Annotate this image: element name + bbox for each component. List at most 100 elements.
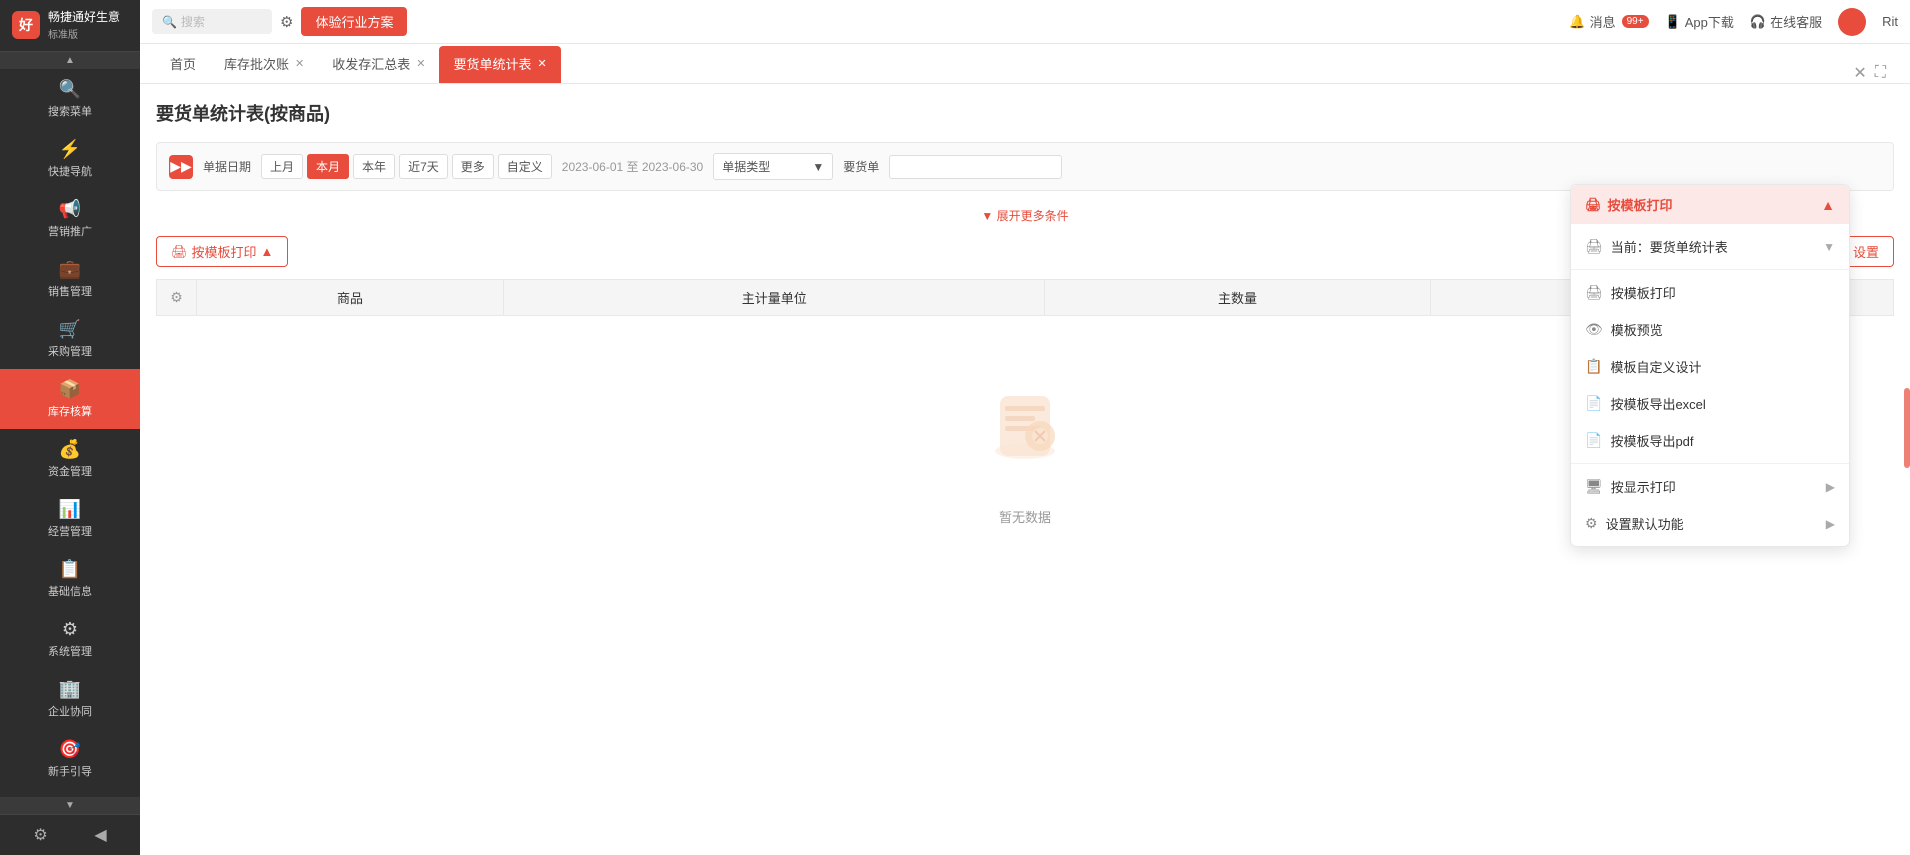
goods-filter-input[interactable] — [889, 155, 1062, 179]
template-preview-label: 模板预览 — [1611, 320, 1663, 339]
sidebar-scroll-up[interactable]: ▲ — [0, 52, 140, 69]
sidebar-item-finance[interactable]: 💰 资金管理 — [0, 429, 140, 489]
sidebar-item-app-center[interactable]: 📱 应用中心 — [0, 789, 140, 797]
col-goods-label: 商品 — [337, 291, 363, 306]
export-excel-label: 按模板导出excel — [1610, 394, 1705, 413]
sidebar-item-sales[interactable]: 💼 销售管理 — [0, 249, 140, 309]
sidebar-item-system[interactable]: ⚙ 系统管理 — [0, 609, 140, 669]
bill-type-select[interactable]: 单据类型 ▼ — [713, 153, 833, 180]
dropdown-current-section: 🖨 当前：要货单统计表 ▼ — [1571, 224, 1849, 270]
tab-expand-icon[interactable]: ⛶ — [1875, 64, 1886, 82]
operations-icon: 📊 — [59, 499, 81, 520]
set-default-icon: ⚙ — [1585, 515, 1598, 532]
main-area: 🔍 搜索 ⚙ 体验行业方案 🔔 消息 99+ 📱 App下载 🎧 在线客服 Ri… — [140, 0, 1910, 855]
col-quantity-label: 主数量 — [1218, 291, 1257, 306]
export-excel-icon: 📄 — [1585, 395, 1602, 412]
messages-item[interactable]: 🔔 消息 99+ — [1569, 12, 1648, 31]
phone-icon: 📱 — [1665, 14, 1681, 30]
empty-illustration — [975, 376, 1075, 495]
app-download-label: App下载 — [1685, 12, 1734, 31]
avatar[interactable] — [1838, 8, 1866, 36]
dropdown-item-set-default[interactable]: ⚙ 设置默认功能 ▶ — [1571, 505, 1849, 542]
tab-home[interactable]: 首页 — [156, 46, 210, 83]
sidebar-item-newbie[interactable]: 🎯 新手引导 — [0, 729, 140, 789]
sidebar-settings-icon[interactable]: ⚙ — [33, 825, 47, 845]
tab-receive-summary[interactable]: 收发存汇总表 ✕ — [318, 46, 439, 83]
sidebar-item-system-label: 系统管理 — [48, 643, 92, 659]
display-print-arrow: ▶ — [1826, 480, 1835, 494]
col-goods: 商品 — [197, 280, 504, 316]
page-title: 要货单统计表(按商品) — [156, 100, 1894, 126]
quick-nav-icon: ⚡ — [59, 139, 81, 160]
col-unit-label: 主计量单位 — [742, 291, 807, 306]
search-icon: 🔍 — [59, 79, 81, 100]
dropdown-current-arrow: ▼ — [1823, 240, 1835, 254]
sidebar-item-marketing[interactable]: 📢 营销推广 — [0, 189, 140, 249]
sidebar-item-finance-label: 资金管理 — [48, 463, 92, 479]
dropdown-item-template-preview[interactable]: 👁 模板预览 — [1571, 311, 1849, 348]
date-btn-more[interactable]: 更多 — [452, 154, 494, 179]
dropdown-actions-section: 🖨 按模板打印 👁 模板预览 📋 模板自定义设计 📄 按模板导出excel 📄 — [1571, 270, 1849, 464]
sidebar-scroll-down[interactable]: ▼ — [0, 797, 140, 814]
expand-more-label: 展开更多条件 — [997, 209, 1069, 223]
receive-summary-tab-close[interactable]: ✕ — [416, 57, 425, 70]
date-filter-group: 上月 本月 本年 近7天 更多 自定义 — [261, 154, 552, 179]
app-download-item[interactable]: 📱 App下载 — [1665, 12, 1734, 31]
table-settings-icon[interactable]: ⚙ — [170, 289, 183, 305]
dropdown-item-export-excel[interactable]: 📄 按模板导出excel — [1571, 385, 1849, 422]
dropdown-item-export-pdf[interactable]: 📄 按模板导出pdf — [1571, 422, 1849, 459]
receive-summary-tab-label: 收发存汇总表 — [332, 54, 410, 73]
sidebar-item-operations[interactable]: 📊 经营管理 — [0, 489, 140, 549]
date-btn-last-7-days[interactable]: 近7天 — [399, 154, 448, 179]
print-template-button[interactable]: 🖨 按模板打印 ▲ — [156, 236, 288, 267]
sidebar-item-quick-nav-label: 快捷导航 — [48, 163, 92, 179]
online-service-item[interactable]: 🎧 在线客服 — [1750, 12, 1822, 31]
order-stats-tab-close[interactable]: ✕ — [538, 57, 547, 70]
sidebar-item-quick-nav[interactable]: ⚡ 快捷导航 — [0, 129, 140, 189]
dropdown-item-display-print[interactable]: 🖥 按显示打印 ▶ — [1571, 468, 1849, 505]
gear-icon[interactable]: ⚙ — [280, 13, 293, 31]
sidebar-item-purchase[interactable]: 🛒 采购管理 — [0, 309, 140, 369]
sidebar-toggle-icon[interactable]: ◀ — [94, 825, 106, 845]
tab-inventory-batch[interactable]: 库存批次账 ✕ — [210, 46, 318, 83]
sidebar-item-search-label: 搜索菜单 — [48, 103, 92, 119]
date-btn-custom[interactable]: 自定义 — [498, 154, 552, 179]
col-settings[interactable]: ⚙ — [157, 280, 197, 316]
date-btn-this-year[interactable]: 本年 — [353, 154, 395, 179]
filter-expand-toggle[interactable]: ▶▶ — [169, 155, 193, 179]
sidebar-item-purchase-label: 采购管理 — [48, 343, 92, 359]
printer-header-icon: 🖨 — [1585, 197, 1602, 213]
tab-order-stats[interactable]: 要货单统计表 ✕ — [439, 46, 560, 83]
printer-current-icon: 🖨 — [1585, 238, 1603, 255]
date-btn-this-month[interactable]: 本月 — [307, 154, 349, 179]
sidebar-nav: 🔍 搜索菜单 ⚡ 快捷导航 📢 营销推广 💼 销售管理 🛒 采购管理 📦 库存核… — [0, 69, 140, 797]
set-default-arrow: ▶ — [1826, 517, 1835, 531]
basic-info-icon: 📋 — [59, 559, 81, 580]
home-tab-label: 首页 — [170, 54, 196, 73]
sidebar-item-search[interactable]: 🔍 搜索菜单 — [0, 69, 140, 129]
trial-industry-button[interactable]: 体验行业方案 — [301, 7, 407, 36]
sidebar-item-enterprise[interactable]: 🏢 企业协同 — [0, 669, 140, 729]
sidebar-bottom: ⚙ ◀ — [0, 814, 140, 855]
purchase-icon: 🛒 — [59, 319, 81, 340]
dropdown-header[interactable]: 🖨 按模板打印 ▲ — [1571, 185, 1849, 224]
user-name[interactable]: Rit — [1882, 14, 1898, 29]
dropdown-item-template-print[interactable]: 🖨 按模板打印 — [1571, 274, 1849, 311]
sidebar-item-newbie-label: 新手引导 — [48, 763, 92, 779]
dropdown-current-template[interactable]: 🖨 当前：要货单统计表 ▼ — [1571, 228, 1849, 265]
app-name: 畅捷通好生意 — [48, 10, 120, 26]
display-print-label: 按显示打印 — [1611, 477, 1676, 496]
dropdown-item-template-design[interactable]: 📋 模板自定义设计 — [1571, 348, 1849, 385]
inventory-batch-tab-close[interactable]: ✕ — [295, 57, 304, 70]
dropdown-header-arrow-icon: ▲ — [1821, 197, 1835, 213]
search-placeholder-text: 搜索 — [181, 13, 205, 30]
tab-close-all-icon[interactable]: ✕ — [1853, 63, 1866, 83]
date-btn-last-month[interactable]: 上月 — [261, 154, 303, 179]
inventory-icon: 📦 — [59, 379, 81, 400]
sidebar-item-basic-info[interactable]: 📋 基础信息 — [0, 549, 140, 609]
sidebar-item-inventory[interactable]: 📦 库存核算 — [0, 369, 140, 429]
dropdown-display-section: 🖥 按显示打印 ▶ ⚙ 设置默认功能 ▶ — [1571, 464, 1849, 546]
finance-icon: 💰 — [59, 439, 81, 460]
topbar-right: 🔔 消息 99+ 📱 App下载 🎧 在线客服 Rit — [1569, 8, 1898, 36]
topbar-search[interactable]: 🔍 搜索 — [152, 9, 272, 34]
